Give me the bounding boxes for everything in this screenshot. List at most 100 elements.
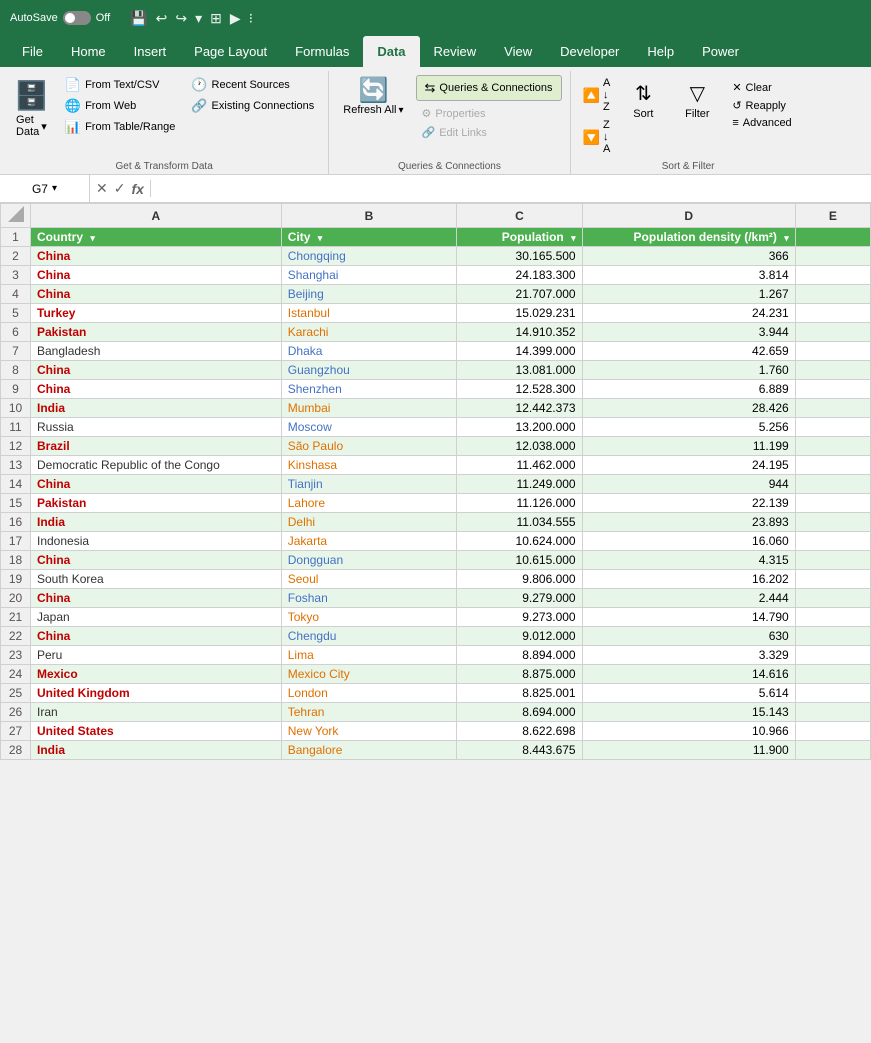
from-table-range-button[interactable]: 📊 From Table/Range [59, 117, 181, 137]
confirm-formula-icon[interactable]: ✓ [114, 180, 126, 197]
get-data-button[interactable]: 🗄️ GetData ▾ [8, 75, 55, 142]
cell-city-17[interactable]: Jakarta [281, 532, 457, 551]
cell-country-4[interactable]: China [31, 285, 282, 304]
cell-density-17[interactable]: 16.060 [582, 532, 795, 551]
cell-city-14[interactable]: Tianjin [281, 475, 457, 494]
cell-density-13[interactable]: 24.195 [582, 456, 795, 475]
cell-density-15[interactable]: 22.139 [582, 494, 795, 513]
cell-country-21[interactable]: Japan [31, 608, 282, 627]
cell-density-5[interactable]: 24.231 [582, 304, 795, 323]
tab-data[interactable]: Data [363, 36, 419, 67]
cell-population-26[interactable]: 8.694.000 [457, 703, 582, 722]
col-header-e[interactable]: E [795, 204, 870, 228]
cell-city-11[interactable]: Moscow [281, 418, 457, 437]
cell-city-4[interactable]: Beijing [281, 285, 457, 304]
from-web-button[interactable]: 🌐 From Web [59, 96, 181, 116]
col-header-d[interactable]: D [582, 204, 795, 228]
cell-population-8[interactable]: 13.081.000 [457, 361, 582, 380]
cell-population-25[interactable]: 8.825.001 [457, 684, 582, 703]
cell-city-22[interactable]: Chengdu [281, 627, 457, 646]
cell-density-18[interactable]: 4.315 [582, 551, 795, 570]
col-header-a[interactable]: A [31, 204, 282, 228]
cell-country-10[interactable]: India [31, 399, 282, 418]
macro-icon[interactable]: ▶ [230, 10, 241, 27]
cell-country-8[interactable]: China [31, 361, 282, 380]
cell-city-26[interactable]: Tehran [281, 703, 457, 722]
cell-density-10[interactable]: 28.426 [582, 399, 795, 418]
cell-city-27[interactable]: New York [281, 722, 457, 741]
cell-density-25[interactable]: 5.614 [582, 684, 795, 703]
sort-asc-button[interactable]: 🔼 A↓Z [579, 75, 615, 115]
cell-country-9[interactable]: China [31, 380, 282, 399]
cell-population-7[interactable]: 14.399.000 [457, 342, 582, 361]
customize-icon[interactable]: ▾ [195, 10, 202, 27]
cell-country-14[interactable]: China [31, 475, 282, 494]
cell-country-26[interactable]: Iran [31, 703, 282, 722]
cancel-formula-icon[interactable]: ✕ [96, 180, 108, 197]
cell-population-18[interactable]: 10.615.000 [457, 551, 582, 570]
cell-population-2[interactable]: 30.165.500 [457, 247, 582, 266]
save-icon[interactable]: 💾 [130, 10, 147, 27]
recent-sources-button[interactable]: 🕐 Recent Sources [185, 75, 320, 95]
insert-function-icon[interactable]: fx [131, 181, 143, 197]
cell-country-15[interactable]: Pakistan [31, 494, 282, 513]
cell-country-3[interactable]: China [31, 266, 282, 285]
cell-country-19[interactable]: South Korea [31, 570, 282, 589]
cell-country-12[interactable]: Brazil [31, 437, 282, 456]
cell-density-20[interactable]: 2.444 [582, 589, 795, 608]
col-header-b[interactable]: B [281, 204, 457, 228]
cell-population-22[interactable]: 9.012.000 [457, 627, 582, 646]
cell-density-28[interactable]: 11.900 [582, 741, 795, 760]
advanced-button[interactable]: ≡ Advanced [726, 115, 797, 131]
cell-city-2[interactable]: Chongqing [281, 247, 457, 266]
cell-density-16[interactable]: 23.893 [582, 513, 795, 532]
cell-population-15[interactable]: 11.126.000 [457, 494, 582, 513]
cell-city-19[interactable]: Seoul [281, 570, 457, 589]
cell-population-6[interactable]: 14.910.352 [457, 323, 582, 342]
tab-help[interactable]: Help [633, 36, 688, 67]
cell-density-6[interactable]: 3.944 [582, 323, 795, 342]
cell-density-9[interactable]: 6.889 [582, 380, 795, 399]
cell-country-13[interactable]: Democratic Republic of the Congo [31, 456, 282, 475]
cell-density-24[interactable]: 14.616 [582, 665, 795, 684]
cell-density-22[interactable]: 630 [582, 627, 795, 646]
col-b-header[interactable]: City ▾ [281, 228, 457, 247]
name-box-arrow[interactable]: ▾ [52, 183, 57, 194]
cell-country-17[interactable]: Indonesia [31, 532, 282, 551]
from-text-csv-button[interactable]: 📄 From Text/CSV [59, 75, 181, 95]
refresh-all-button[interactable]: 🔄 Refresh All ▾ [337, 75, 409, 120]
cell-density-4[interactable]: 1.267 [582, 285, 795, 304]
sort-button[interactable]: ⇅ Sort [618, 77, 668, 124]
cell-city-20[interactable]: Foshan [281, 589, 457, 608]
cell-country-7[interactable]: Bangladesh [31, 342, 282, 361]
autosave-toggle[interactable] [63, 11, 91, 25]
cell-population-20[interactable]: 9.279.000 [457, 589, 582, 608]
cell-country-22[interactable]: China [31, 627, 282, 646]
cell-population-24[interactable]: 8.875.000 [457, 665, 582, 684]
cell-density-2[interactable]: 366 [582, 247, 795, 266]
undo-icon[interactable]: ↩ [156, 10, 168, 27]
cell-city-13[interactable]: Kinshasa [281, 456, 457, 475]
cell-density-11[interactable]: 5.256 [582, 418, 795, 437]
redo-icon[interactable]: ↪ [175, 10, 187, 27]
tab-home[interactable]: Home [57, 36, 120, 67]
cell-density-14[interactable]: 944 [582, 475, 795, 494]
sort-desc-button[interactable]: 🔽 Z↓A [579, 117, 615, 157]
autosave-control[interactable]: AutoSave Off [10, 11, 110, 25]
cell-population-16[interactable]: 11.034.555 [457, 513, 582, 532]
cell-city-3[interactable]: Shanghai [281, 266, 457, 285]
queries-connections-button[interactable]: ⇆ Queries & Connections [416, 75, 562, 101]
col-header-c[interactable]: C [457, 204, 582, 228]
tab-power[interactable]: Power [688, 36, 753, 67]
filter-button[interactable]: ▽ Filter [672, 77, 722, 124]
cell-density-27[interactable]: 10.966 [582, 722, 795, 741]
cell-city-7[interactable]: Dhaka [281, 342, 457, 361]
cell-country-24[interactable]: Mexico [31, 665, 282, 684]
cell-population-12[interactable]: 12.038.000 [457, 437, 582, 456]
cell-city-16[interactable]: Delhi [281, 513, 457, 532]
cell-city-24[interactable]: Mexico City [281, 665, 457, 684]
tab-view[interactable]: View [490, 36, 546, 67]
cell-density-3[interactable]: 3.814 [582, 266, 795, 285]
cell-density-19[interactable]: 16.202 [582, 570, 795, 589]
cell-population-10[interactable]: 12.442.373 [457, 399, 582, 418]
